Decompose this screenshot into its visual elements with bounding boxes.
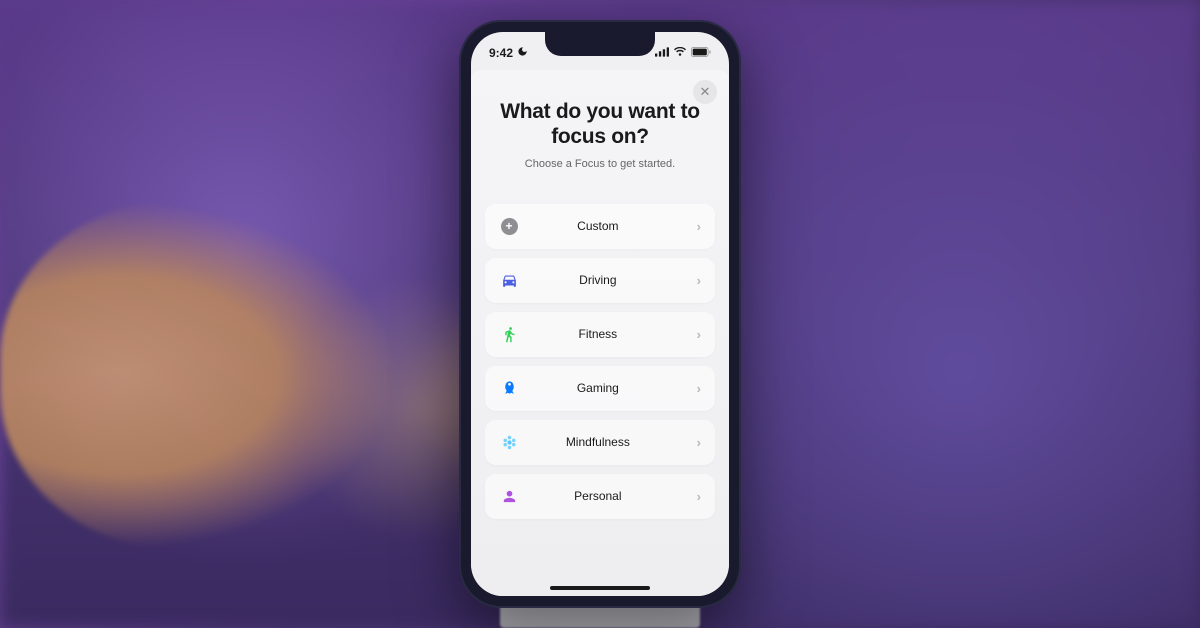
phone-frame: 9:42	[459, 20, 741, 608]
option-label: Driving	[519, 273, 697, 287]
chevron-right-icon: ›	[697, 381, 701, 396]
phone-notch	[545, 32, 655, 56]
phone-screen: 9:42	[471, 32, 729, 596]
battery-icon	[691, 47, 711, 60]
cellular-signal-icon	[655, 47, 669, 60]
option-personal[interactable]: Personal ›	[485, 474, 715, 519]
chevron-right-icon: ›	[697, 219, 701, 234]
option-gaming[interactable]: Gaming ›	[485, 366, 715, 411]
option-label: Mindfulness	[519, 435, 697, 449]
status-time: 9:42	[489, 46, 513, 60]
option-label: Custom	[519, 219, 697, 233]
chevron-right-icon: ›	[697, 489, 701, 504]
chevron-right-icon: ›	[697, 327, 701, 342]
option-driving[interactable]: Driving ›	[485, 258, 715, 303]
rocket-icon	[499, 378, 519, 398]
home-indicator[interactable]	[550, 586, 650, 590]
close-icon: ✕	[700, 84, 711, 100]
focus-options-list: + Custom › Driving ›	[485, 204, 715, 519]
option-label: Gaming	[519, 381, 697, 395]
person-icon	[499, 486, 519, 506]
option-label: Fitness	[519, 327, 697, 341]
option-fitness[interactable]: Fitness ›	[485, 312, 715, 357]
option-custom[interactable]: + Custom ›	[485, 204, 715, 249]
mindfulness-icon	[499, 432, 519, 452]
wifi-icon	[673, 47, 687, 60]
option-label: Personal	[519, 489, 697, 503]
plus-icon: +	[499, 216, 519, 236]
car-icon	[499, 270, 519, 290]
running-icon	[499, 324, 519, 344]
focus-setup-sheet: ✕ What do you want to focus on? Choose a…	[471, 70, 729, 596]
option-mindfulness[interactable]: Mindfulness ›	[485, 420, 715, 465]
do-not-disturb-icon	[517, 46, 528, 60]
close-button[interactable]: ✕	[693, 80, 717, 104]
chevron-right-icon: ›	[697, 435, 701, 450]
chevron-right-icon: ›	[697, 273, 701, 288]
sheet-subtitle: Choose a Focus to get started.	[485, 158, 715, 170]
sheet-title: What do you want to focus on?	[485, 100, 715, 150]
